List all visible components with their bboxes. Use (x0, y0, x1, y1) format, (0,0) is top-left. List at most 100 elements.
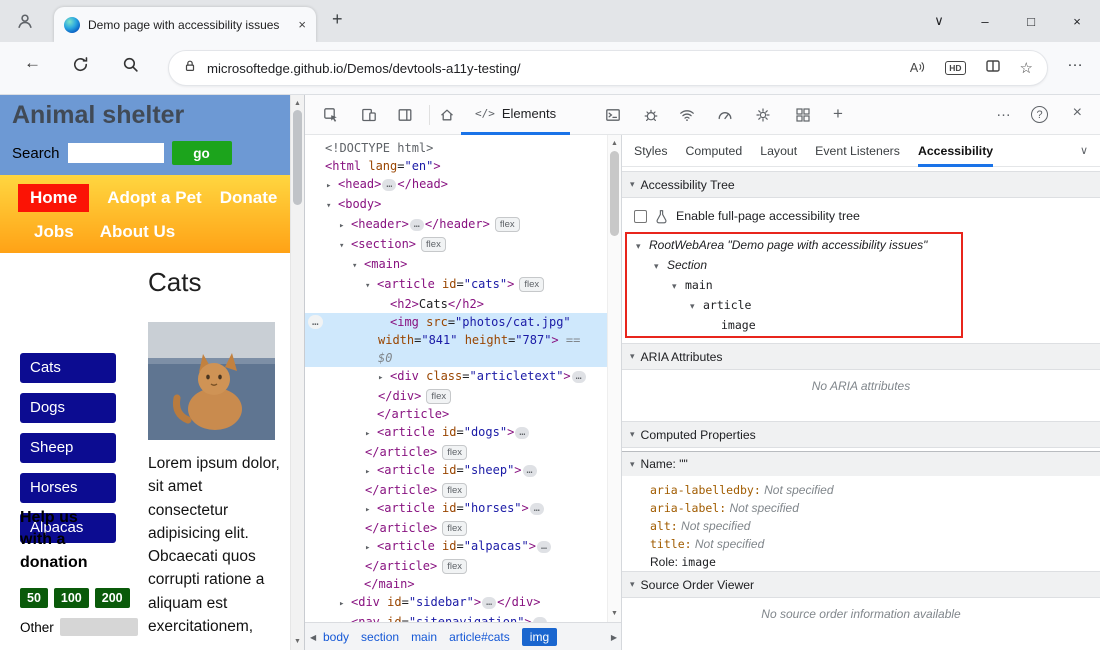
browser-tab[interactable]: Demo page with accessibility issues × (54, 7, 316, 42)
issues-bug-icon[interactable] (643, 107, 659, 123)
nav-item-about[interactable]: About Us (100, 222, 176, 242)
section-aria-attributes[interactable]: ▾ ARIA Attributes (622, 343, 1100, 370)
hd-icon[interactable]: HD (945, 61, 966, 75)
dom-line[interactable]: </main> (305, 575, 607, 593)
devtools-close-icon[interactable]: × (1073, 104, 1082, 122)
dom-line[interactable]: ▾ <section> flex (305, 235, 607, 255)
section-accessibility-tree[interactable]: ▾ Accessibility Tree (622, 171, 1100, 198)
site-lock-icon[interactable] (183, 59, 197, 78)
expand-arrow-icon[interactable]: ▸ (339, 217, 351, 235)
scroll-down-icon[interactable]: ▼ (608, 606, 621, 620)
sidebar-item-cats[interactable]: Cats (20, 353, 116, 383)
expand-arrow-icon[interactable]: ▸ (326, 177, 338, 195)
computed-name-row[interactable]: ▾ Name: "" (622, 451, 1100, 476)
dom-line[interactable]: ▾ <article id="cats"> flex (305, 275, 607, 295)
welcome-home-icon[interactable] (439, 107, 455, 123)
scroll-up-icon[interactable]: ▲ (291, 96, 304, 110)
tab-layout[interactable]: Layout (760, 135, 797, 167)
tab-styles[interactable]: Styles (634, 135, 668, 167)
minimize-button[interactable]: – (962, 0, 1008, 42)
enable-tree-checkbox[interactable] (634, 209, 647, 223)
sidebar-item-sheep[interactable]: Sheep (20, 433, 116, 463)
dom-line[interactable]: ▸ <article id="alpacas"> … </article> flex (305, 537, 607, 575)
dock-side-icon[interactable] (397, 107, 413, 123)
tab-actions-chevron-icon[interactable]: ∨ (916, 0, 962, 42)
expand-arrow-icon[interactable]: ▾ (365, 277, 377, 295)
donate-200-button[interactable]: 200 (94, 588, 130, 609)
nav-item-home[interactable]: Home (18, 184, 90, 212)
dom-line[interactable]: ▸ <article id="dogs"> … </article> flex (305, 423, 607, 461)
device-emulation-icon[interactable] (361, 107, 377, 123)
scroll-down-icon[interactable]: ▼ (291, 634, 304, 648)
a11y-tree-node[interactable]: ▾ RootWebArea "Demo page with accessibili… (622, 235, 1100, 255)
new-tab-button[interactable]: + (332, 9, 343, 30)
dom-line[interactable]: ▾ <main> (305, 255, 607, 275)
close-button[interactable]: × (1054, 0, 1100, 42)
other-amount-input[interactable] (59, 618, 138, 637)
crumb-body[interactable]: body (323, 630, 349, 644)
dom-line[interactable]: ▸ <div class="articletext"> … </div> flex (305, 367, 607, 405)
expand-arrow-icon[interactable]: ▾ (636, 236, 649, 256)
console-icon[interactable] (605, 107, 621, 123)
nav-item-adopt[interactable]: Adopt a Pet (107, 188, 201, 208)
profile-icon[interactable] (10, 8, 40, 34)
expand-arrow-icon[interactable]: ▸ (365, 463, 377, 481)
dom-line[interactable]: ▸ <article id="horses"> … </article> flex (305, 499, 607, 537)
dom-line[interactable]: <html lang="en"> (305, 157, 607, 175)
page-scrollbar[interactable]: ▲ ▼ (290, 95, 304, 650)
dom-line[interactable]: ▸ <article id="sheep"> … </article> flex (305, 461, 607, 499)
settings-gear-icon[interactable] (755, 107, 771, 123)
address-bar[interactable]: microsoftedge.github.io/Demos/devtools-a… (168, 50, 1048, 86)
split-screen-icon[interactable] (985, 58, 1001, 79)
expand-arrow-icon[interactable]: ▸ (339, 595, 351, 613)
tab-accessibility[interactable]: Accessibility (917, 135, 994, 167)
dom-line[interactable]: </article> (305, 405, 607, 423)
expand-arrow-icon[interactable]: ▾ (690, 296, 703, 316)
favorites-star-icon[interactable]: ☆ (1020, 59, 1033, 77)
node-menu-icon[interactable]: … (308, 315, 323, 329)
sidebar-item-horses[interactable]: Horses (20, 473, 116, 503)
dom-line[interactable]: ▾ <body> (305, 195, 607, 215)
dom-line[interactable]: <h2>Cats</h2> (305, 295, 607, 313)
application-icon[interactable] (795, 107, 811, 123)
expand-arrow-icon[interactable]: ▸ (339, 615, 351, 622)
crumb-main[interactable]: main (411, 630, 437, 644)
nav-item-jobs[interactable]: Jobs (34, 222, 74, 242)
tab-computed[interactable]: Computed (686, 135, 743, 167)
back-button[interactable]: ← (24, 53, 41, 73)
expand-arrow-icon[interactable]: ▾ (352, 257, 364, 275)
nav-item-donate[interactable]: Donate (220, 188, 278, 208)
expand-arrow-icon[interactable]: ▾ (654, 256, 667, 276)
read-aloud-icon[interactable]: A (910, 61, 926, 75)
a11y-tree-node[interactable]: ▾ main (622, 275, 1100, 295)
tab-close-icon[interactable]: × (298, 17, 306, 32)
refresh-button[interactable] (72, 56, 89, 78)
network-icon[interactable] (679, 107, 695, 123)
crumbs-left-icon[interactable]: ◀ (310, 633, 316, 642)
scrollbar-thumb[interactable] (610, 151, 619, 236)
crumb-section[interactable]: section (361, 630, 399, 644)
expand-arrow-icon[interactable]: ▸ (365, 425, 377, 443)
dom-scrollbar[interactable]: ▲ ▼ (607, 135, 621, 622)
maximize-button[interactable]: □ (1008, 0, 1054, 42)
inspect-icon[interactable] (323, 107, 339, 123)
go-button[interactable]: go (171, 141, 232, 165)
search-input[interactable] (67, 143, 164, 163)
expand-arrow-icon[interactable]: ▾ (339, 237, 351, 255)
dom-line[interactable]: <!DOCTYPE html> (305, 139, 607, 157)
dom-line[interactable]: ▸<nav id="sitenavigation">… (305, 613, 607, 622)
donate-100-button[interactable]: 100 (53, 588, 89, 609)
crumb-article[interactable]: article#cats (449, 630, 510, 644)
performance-icon[interactable] (717, 107, 733, 123)
scrollbar-thumb[interactable] (293, 110, 302, 205)
a11y-tree-node[interactable]: ▾ article (622, 295, 1100, 315)
dom-line-selected[interactable]: … <img src="photos/cat.jpg" width="841" h… (305, 313, 607, 367)
expand-arrow-icon[interactable]: ▾ (326, 197, 338, 215)
tab-elements[interactable]: </> Elements (461, 95, 571, 135)
scroll-up-icon[interactable]: ▲ (608, 136, 621, 150)
expand-arrow-icon[interactable]: ▸ (365, 539, 377, 557)
devtools-more-icon[interactable]: … (996, 103, 1012, 120)
enable-tree-label[interactable]: Enable full-page accessibility tree (676, 209, 860, 223)
expand-arrow-icon[interactable]: ▸ (378, 369, 390, 387)
section-computed-properties[interactable]: ▾ Computed Properties (622, 421, 1100, 448)
